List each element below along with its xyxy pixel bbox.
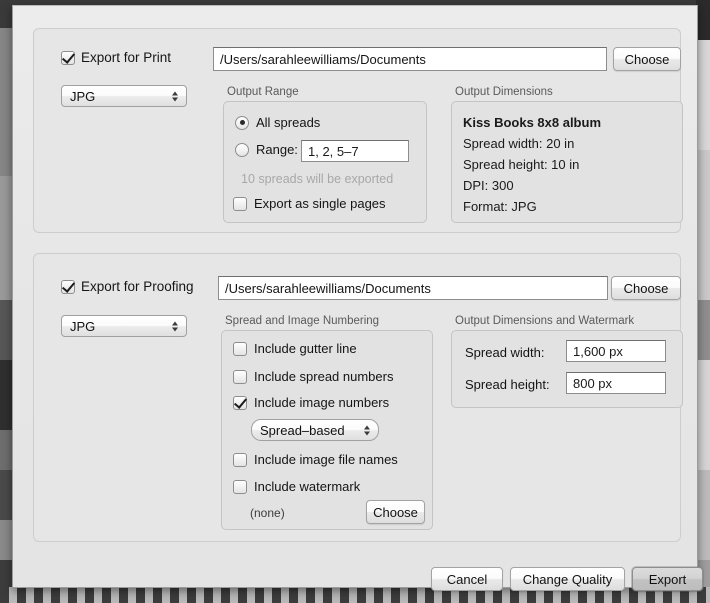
range-radio[interactable]: Range: (235, 142, 298, 157)
proof-spread-width-input[interactable]: 1,600 px (566, 340, 666, 362)
export-as-single-pages-label: Export as single pages (254, 196, 386, 211)
include-gutter-line-label: Include gutter line (254, 341, 357, 356)
radio-glyph (235, 142, 249, 157)
include-watermark-checkbox[interactable]: Include watermark (233, 479, 360, 494)
output-range-title: Output Range (227, 86, 299, 98)
checkbox-glyph (61, 50, 75, 65)
chevron-updown-icon (363, 424, 370, 437)
export-button[interactable]: Export (632, 567, 703, 591)
checkbox-glyph (233, 196, 247, 211)
radio-glyph (235, 115, 249, 130)
proof-output-path-field[interactable]: /Users/sarahleewilliams/Documents (218, 276, 608, 300)
print-format-value: JPG (70, 88, 96, 104)
print-spread-height: Spread height: 10 in (463, 157, 580, 172)
export-for-proofing-checkbox[interactable]: Export for Proofing (61, 279, 194, 294)
print-spread-width: Spread width: 20 in (463, 136, 575, 151)
include-image-numbers-label: Include image numbers (254, 395, 390, 410)
cancel-button[interactable]: Cancel (431, 567, 503, 591)
export-as-single-pages-checkbox[interactable]: Export as single pages (233, 196, 386, 211)
checkbox-glyph (233, 369, 247, 384)
watermark-choose-button[interactable]: Choose (366, 500, 425, 524)
checkbox-glyph (233, 479, 247, 494)
spreads-count-note: 10 spreads will be exported (241, 172, 394, 186)
include-gutter-line-checkbox[interactable]: Include gutter line (233, 341, 357, 356)
print-format-popup[interactable]: JPG (61, 85, 187, 107)
numbering-mode-popup[interactable]: Spread–based (251, 419, 379, 441)
proof-format-value: JPG (70, 318, 96, 334)
watermark-value: (none) (250, 506, 285, 520)
include-watermark-label: Include watermark (254, 479, 361, 494)
all-spreads-radio[interactable]: All spreads (235, 115, 320, 130)
print-format: Format: JPG (463, 199, 537, 214)
proof-spread-width-label: Spread width: (465, 345, 545, 360)
album-name: Kiss Books 8x8 album (463, 115, 601, 130)
export-for-print-label: Export for Print (81, 50, 172, 65)
chevron-updown-icon (171, 320, 178, 333)
export-dialog: Export for Print /Users/sarahleewilliams… (12, 5, 703, 591)
checkbox-glyph (233, 452, 247, 467)
numbering-mode-value: Spread–based (260, 422, 345, 438)
change-quality-button[interactable]: Change Quality (510, 567, 625, 591)
export-for-print-checkbox[interactable]: Export for Print (61, 50, 171, 65)
print-dpi: DPI: 300 (463, 178, 514, 193)
include-image-file-names-checkbox[interactable]: Include image file names (233, 452, 398, 467)
include-spread-numbers-label: Include spread numbers (254, 369, 394, 384)
checkbox-glyph (233, 341, 247, 356)
output-dimensions-title: Output Dimensions (455, 86, 553, 98)
numbering-title: Spread and Image Numbering (225, 315, 380, 327)
range-label: Range: (256, 142, 298, 157)
include-image-file-names-label: Include image file names (254, 452, 398, 467)
print-choose-button[interactable]: Choose (613, 47, 681, 71)
proof-format-popup[interactable]: JPG (61, 315, 187, 337)
proof-spread-height-label: Spread height: (465, 377, 550, 392)
include-image-numbers-checkbox[interactable]: Include image numbers (233, 395, 389, 410)
checkbox-glyph (61, 279, 75, 294)
range-input[interactable]: 1, 2, 5–7 (301, 140, 409, 162)
background-right-edge (696, 0, 710, 603)
dimensions-watermark-title: Output Dimensions and Watermark (455, 315, 635, 327)
include-spread-numbers-checkbox[interactable]: Include spread numbers (233, 369, 393, 384)
all-spreads-label: All spreads (256, 115, 321, 130)
export-for-proofing-label: Export for Proofing (81, 279, 194, 294)
proof-spread-height-input[interactable]: 800 px (566, 372, 666, 394)
chevron-updown-icon (171, 90, 178, 103)
checkbox-glyph (233, 395, 247, 410)
proof-choose-button[interactable]: Choose (611, 276, 681, 300)
print-output-path-field[interactable]: /Users/sarahleewilliams/Documents (213, 47, 607, 71)
